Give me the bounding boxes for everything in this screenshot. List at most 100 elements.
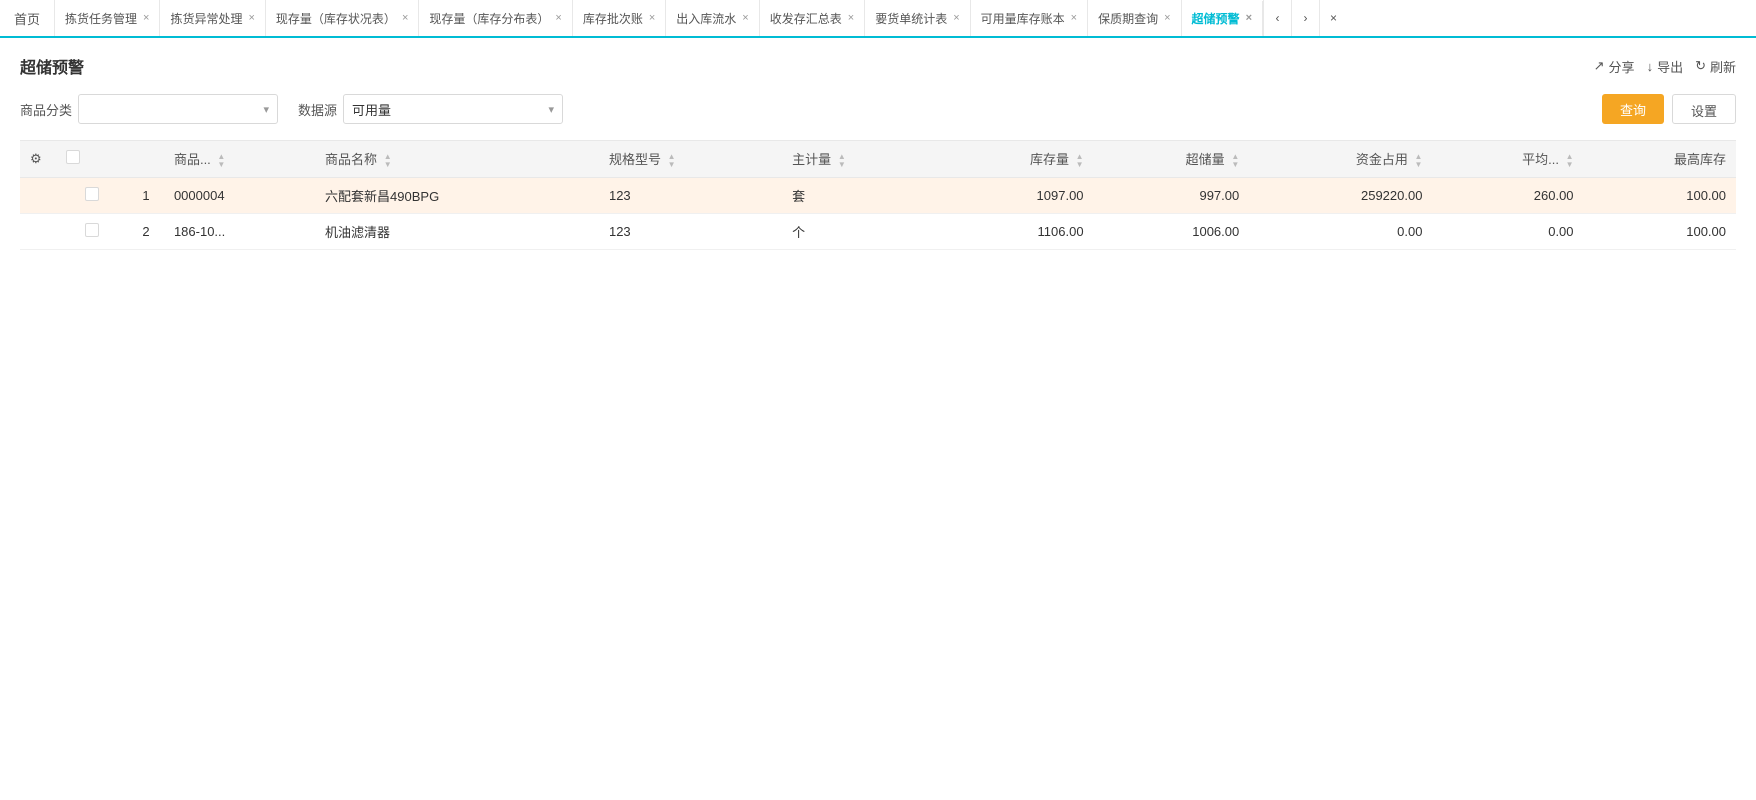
nav-next-button[interactable]: › [1291,0,1319,36]
tab-item-1[interactable]: 拣货任务管理 × [55,0,160,36]
col-unit-header[interactable]: 主计量 ▲ ▼ [782,141,938,178]
row-num: 1 [128,177,164,213]
row-max-stock: 100.00 [1584,213,1736,249]
row-checkbox[interactable] [85,187,99,201]
tab-close-1[interactable]: × [143,12,149,24]
topbar: 首页 拣货任务管理 × 拣货异常处理 × 现存量（库存状况表） × 现存量（库存… [0,0,1756,38]
tab-label-11: 超储预警 [1192,10,1240,27]
select-all-checkbox[interactable] [66,150,80,164]
row-gear-cell [20,213,56,249]
row-goods-code: 186-10... [164,213,315,249]
tab-item-9[interactable]: 可用量库存账本 × [971,0,1088,36]
sort-spec-icon: ▲ ▼ [668,153,676,169]
tab-item-4[interactable]: 现存量（库存分布表） × [419,0,572,36]
share-button[interactable]: ↗ 分享 [1594,57,1635,76]
tab-item-2[interactable]: 拣货异常处理 × [160,0,265,36]
col-spec-header[interactable]: 规格型号 ▲ ▼ [599,141,782,178]
tab-label-3: 现存量（库存状况表） [276,10,396,27]
tab-item-5[interactable]: 库存批次账 × [573,0,666,36]
gear-icon[interactable]: ⚙ [30,151,42,166]
row-capital: 0.00 [1249,213,1432,249]
category-filter: 商品分类 ▾ [20,94,278,124]
tab-item-7[interactable]: 收发存汇总表 × [760,0,865,36]
row-over-stock: 997.00 [1094,177,1250,213]
col-goods-name-header[interactable]: 商品名称 ▲ ▼ [315,141,599,178]
export-label: 导出 [1657,57,1683,76]
tab-close-7[interactable]: × [848,12,854,24]
row-avg: 260.00 [1432,177,1583,213]
col-goods-code-label: 商品... [174,152,211,167]
datasource-select[interactable]: 可用量 ▾ [343,94,563,124]
tab-label-10: 保质期查询 [1098,10,1158,27]
settings-button[interactable]: 设置 [1672,94,1736,124]
col-stock-header[interactable]: 库存量 ▲ ▼ [938,141,1094,178]
row-goods-name: 六配套新昌490BPG [315,177,599,213]
tab-item-11[interactable]: 超储预警 × [1182,1,1263,37]
row-capital: 259220.00 [1249,177,1432,213]
refresh-button[interactable]: ↻ 刷新 [1695,57,1736,76]
col-goods-code-header[interactable]: 商品... ▲ ▼ [164,141,315,178]
tab-close-2[interactable]: × [248,12,254,24]
tab-close-11[interactable]: × [1246,12,1252,24]
tab-item-6[interactable]: 出入库流水 × [666,0,759,36]
col-unit-label: 主计量 [792,152,831,167]
tab-label-4: 现存量（库存分布表） [429,10,549,27]
row-goods-name: 机油滤清器 [315,213,599,249]
row-goods-code: 0000004 [164,177,315,213]
category-select[interactable]: ▾ [78,94,278,124]
sort-unit-icon: ▲ ▼ [838,153,846,169]
tab-item-3[interactable]: 现存量（库存状况表） × [266,0,419,36]
export-button[interactable]: ↓ 导出 [1647,57,1684,76]
tab-close-4[interactable]: × [555,12,561,24]
tab-close-9[interactable]: × [1071,12,1077,24]
title-actions: ↗ 分享 ↓ 导出 ↻ 刷新 [1594,57,1736,76]
page-title-bar: 超储预警 ↗ 分享 ↓ 导出 ↻ 刷新 [20,54,1736,78]
refresh-icon: ↻ [1695,58,1706,74]
filter-bar: 商品分类 ▾ 数据源 可用量 ▾ 查询 设置 [20,94,1736,124]
tab-close-8[interactable]: × [953,12,959,24]
tab-close-3[interactable]: × [402,12,408,24]
nav-prev-button[interactable]: ‹ [1263,0,1291,36]
refresh-label: 刷新 [1710,57,1736,76]
row-avg: 0.00 [1432,213,1583,249]
sort-avg-icon: ▲ ▼ [1566,153,1574,169]
tab-close-6[interactable]: × [742,12,748,24]
col-avg-header[interactable]: 平均... ▲ ▼ [1432,141,1583,178]
row-gear-cell [20,177,56,213]
tab-item-10[interactable]: 保质期查询 × [1088,0,1181,36]
tab-label-2: 拣货异常处理 [170,10,242,27]
query-button[interactable]: 查询 [1602,94,1664,124]
tab-item-8[interactable]: 要货单统计表 × [865,0,970,36]
sort-capital-icon: ▲ ▼ [1415,153,1423,169]
category-chevron-icon: ▾ [263,103,269,116]
page-title: 超储预警 [20,54,84,78]
col-over-stock-header[interactable]: 超储量 ▲ ▼ [1094,141,1250,178]
nav-close-button[interactable]: × [1319,0,1347,36]
col-goods-name-label: 商品名称 [325,152,377,167]
row-stock: 1097.00 [938,177,1094,213]
row-checkbox-cell[interactable] [56,177,128,213]
col-capital-label: 资金占用 [1356,152,1408,167]
data-table: ⚙ 商品... ▲ ▼ 商品名称 ▲ ▼ [20,140,1736,250]
col-stock-label: 库存量 [1030,152,1069,167]
action-buttons: 查询 设置 [1602,94,1736,124]
row-over-stock: 1006.00 [1094,213,1250,249]
datasource-chevron-icon: ▾ [549,103,555,116]
col-max-stock-label: 最高库存 [1674,152,1726,167]
sort-goods-code-icon: ▲ ▼ [217,153,225,169]
row-checkbox[interactable] [85,223,99,237]
sort-over-stock-icon: ▲ ▼ [1231,153,1239,169]
tab-label-5: 库存批次账 [583,10,643,27]
row-unit: 个 [782,213,938,249]
col-select-all[interactable] [56,141,128,178]
sort-stock-icon: ▲ ▼ [1076,153,1084,169]
sort-goods-name-icon: ▲ ▼ [384,153,392,169]
tab-close-10[interactable]: × [1164,12,1170,24]
page-container: 超储预警 ↗ 分享 ↓ 导出 ↻ 刷新 商品分类 ▾ 数据源 [0,38,1756,800]
home-tab[interactable]: 首页 [0,0,55,36]
col-capital-header[interactable]: 资金占用 ▲ ▼ [1249,141,1432,178]
row-checkbox-cell[interactable] [56,213,128,249]
col-num-header [128,141,164,178]
tab-close-5[interactable]: × [649,12,655,24]
share-label: 分享 [1609,57,1635,76]
